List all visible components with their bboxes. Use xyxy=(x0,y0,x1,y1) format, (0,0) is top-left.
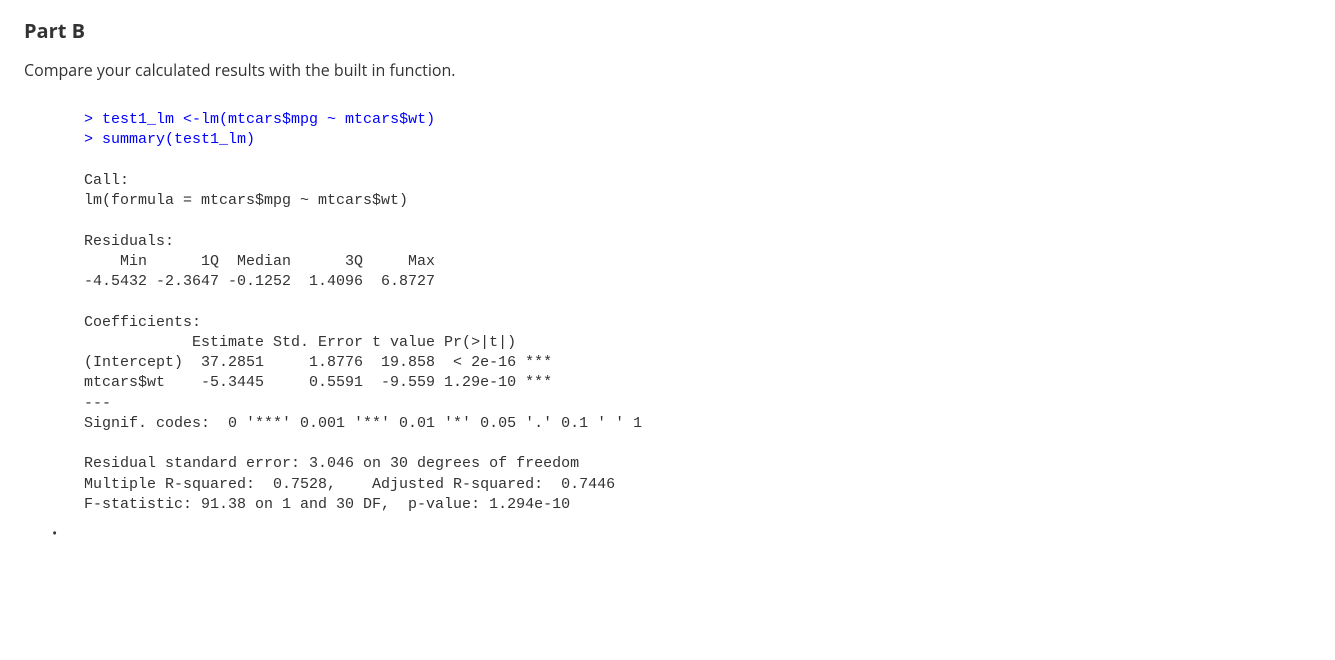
bullet-marker: • xyxy=(52,523,1311,544)
residual-se: Residual standard error: 3.046 on 30 deg… xyxy=(84,455,579,472)
r-input-line: test1_lm <-lm(mtcars$mpg ~ mtcars$wt) xyxy=(93,111,435,128)
residuals-header: Min 1Q Median 3Q Max xyxy=(84,253,444,270)
fstatistic-line: F-statistic: 91.38 on 1 and 30 DF, p-val… xyxy=(84,496,570,513)
call-label: Call: xyxy=(84,172,129,189)
residuals-values: -4.5432 -2.3647 -0.1252 1.4096 6.8727 xyxy=(84,273,444,290)
section-heading: Part B xyxy=(24,16,1311,46)
r-prompt: > xyxy=(84,131,93,148)
coefficient-row: mtcars$wt -5.3445 0.5591 -9.559 1.29e-10… xyxy=(84,374,552,391)
instruction-text: Compare your calculated results with the… xyxy=(24,58,1311,82)
r-code-output: > test1_lm <-lm(mtcars$mpg ~ mtcars$wt) … xyxy=(84,110,1311,515)
residuals-label: Residuals: xyxy=(84,233,174,250)
coefficients-header: Estimate Std. Error t value Pr(>|t|) xyxy=(84,334,552,351)
r-input-line: summary(test1_lm) xyxy=(93,131,255,148)
r-prompt: > xyxy=(84,111,93,128)
coef-divider: --- xyxy=(84,395,111,412)
signif-codes: Signif. codes: 0 '***' 0.001 '**' 0.01 '… xyxy=(84,415,642,432)
coefficient-row: (Intercept) 37.2851 1.8776 19.858 < 2e-1… xyxy=(84,354,552,371)
coefficients-label: Coefficients: xyxy=(84,314,201,331)
call-formula: lm(formula = mtcars$mpg ~ mtcars$wt) xyxy=(84,192,408,209)
rsquared-line: Multiple R-squared: 0.7528, Adjusted R-s… xyxy=(84,476,624,493)
